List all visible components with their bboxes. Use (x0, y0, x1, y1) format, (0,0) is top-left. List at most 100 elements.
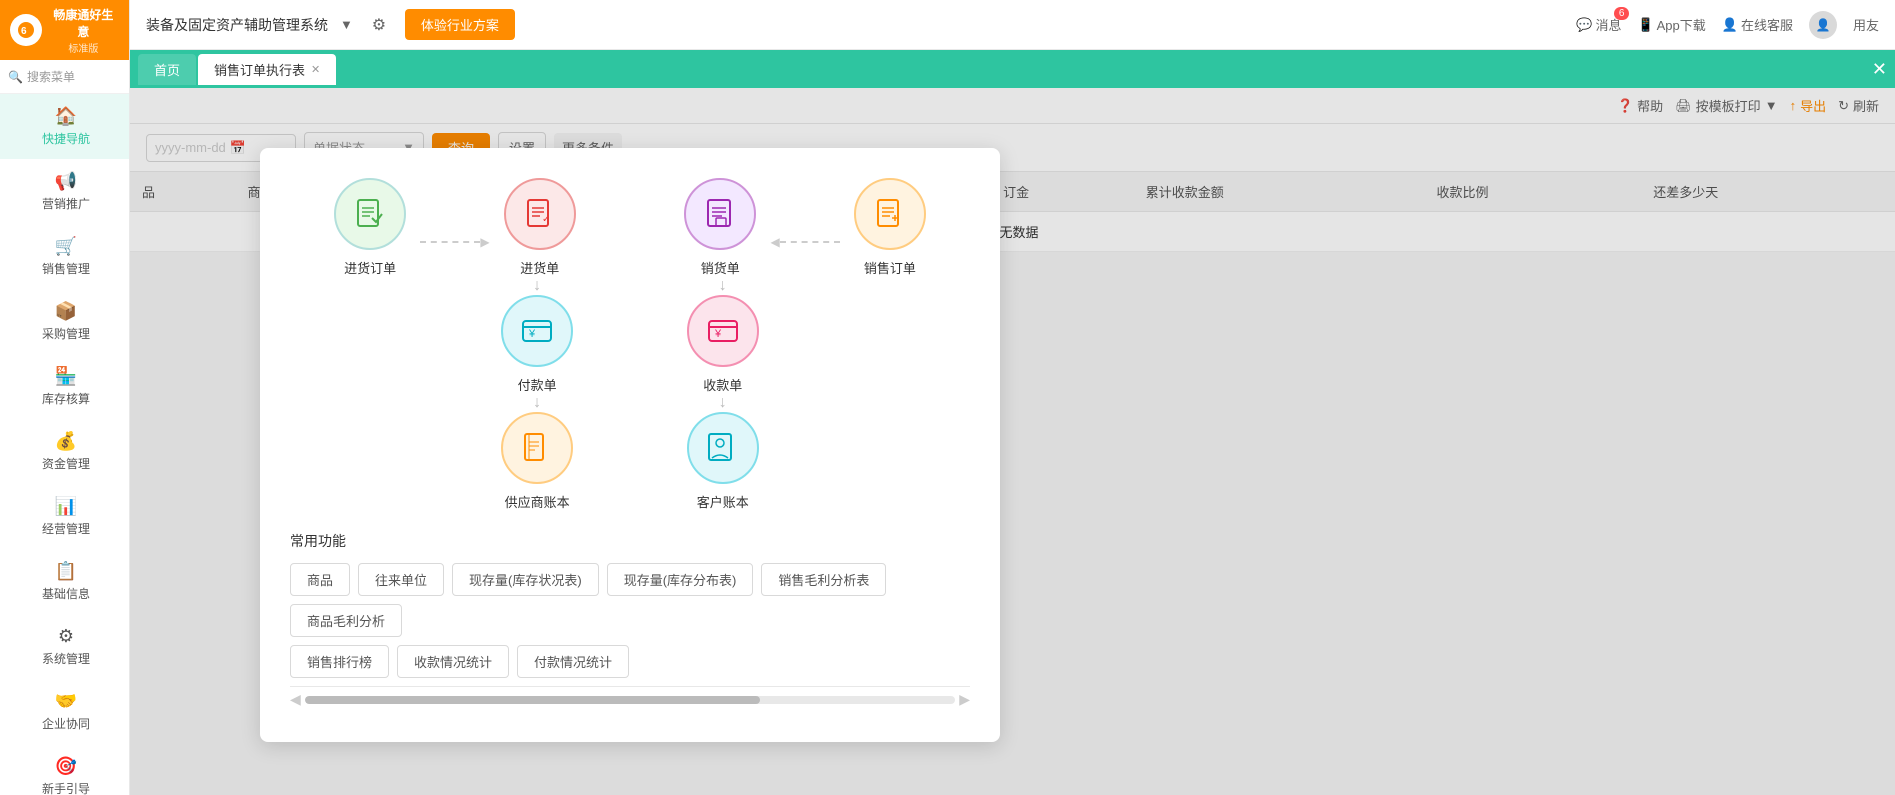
func-btn-stock-dist[interactable]: 现存量(库存分布表) (607, 563, 754, 596)
sidebar-item-inventory[interactable]: 🏪 库存核算 (0, 354, 129, 419)
func-btn-product-profit[interactable]: 商品毛利分析 (290, 604, 402, 637)
sidebar-item-system[interactable]: ⚙ 系统管理 (0, 614, 129, 679)
download-icon: 📱 (1637, 17, 1653, 33)
top-header: 装备及固定资产辅助管理系统 ▼ ⚙ 体验行业方案 💬 消息 6 📱 App下载 … (130, 0, 1895, 50)
tab-home[interactable]: 首页 (138, 54, 196, 85)
sidebar-item-label: 企业协同 (42, 715, 90, 732)
sidebar-item-sales[interactable]: 🛒 销售管理 (0, 224, 129, 289)
func-btn-contact[interactable]: 往来单位 (358, 563, 444, 596)
settings-gear-icon[interactable]: ⚙ (365, 11, 393, 39)
sidebar-item-label: 资金管理 (42, 455, 90, 472)
username: 用友 (1853, 15, 1879, 34)
page-content: ❓ 帮助 🖨 按模板打印 ▼ ↑ 导出 ↻ 刷新 (130, 88, 1895, 795)
system-title: 装备及固定资产辅助管理系统 (146, 15, 328, 35)
payment-circle[interactable]: ¥ (501, 295, 573, 367)
scroll-left-icon[interactable]: ◀ (290, 691, 301, 708)
sales-order-label: 销售订单 (864, 258, 916, 277)
sidebar-item-label: 经营管理 (42, 520, 90, 537)
search-label: 搜索菜单 (27, 68, 75, 85)
flow-item-sales-bill: 销货单 (670, 178, 770, 277)
svg-text:¥: ¥ (528, 328, 536, 340)
payment-label: 付款单 (518, 375, 557, 394)
scroll-right-icon[interactable]: ▶ (959, 691, 970, 708)
sidebar-item-finance[interactable]: 💰 资金管理 (0, 419, 129, 484)
func-btn-sales-rank[interactable]: 销售排行榜 (290, 645, 389, 678)
sales-icon: 🛒 (55, 236, 77, 257)
scrollbar-thumb (305, 696, 760, 704)
flow-item-purchase-order: 进货订单 (320, 178, 420, 277)
sidebar-item-enterprise[interactable]: 🤝 企业协同 (0, 679, 129, 744)
sidebar-logo: 6 畅康通好生意 标准版 (0, 0, 129, 60)
quick-guide-overlay[interactable]: 进货订单 ▶ (130, 88, 1895, 795)
sidebar-item-label: 新手引导 (42, 780, 90, 795)
sidebar-item-marketing[interactable]: 📢 营销推广 (0, 159, 129, 224)
purchase-bill-circle[interactable]: ✓ (504, 178, 576, 250)
purchase-icon: 📦 (55, 301, 77, 322)
common-functions: 常用功能 商品 往来单位 现存量(库存状况表) 现存量(库存分布表) 销售毛利分… (290, 531, 970, 678)
sidebar-item-label: 系统管理 (42, 650, 90, 667)
func-btn-product[interactable]: 商品 (290, 563, 350, 596)
user-avatar[interactable]: 👤 (1809, 11, 1837, 39)
app-download-label: App下载 (1657, 15, 1706, 34)
flow-item-customer-ledger: 客户账本 (673, 412, 773, 511)
down-arrow-purchase: ↓ (487, 277, 587, 295)
header-dropdown[interactable]: ▼ (340, 17, 353, 32)
customer-ledger-label: 客户账本 (697, 492, 749, 511)
down-arrow-receipt: ↓ (673, 394, 773, 412)
tab-sales-order[interactable]: 销售订单执行表 ✕ (198, 54, 336, 85)
sidebar-item-newcomer[interactable]: 🎯 新手引导 (0, 744, 129, 795)
tab-bar: 首页 销售订单执行表 ✕ ✕ (130, 50, 1895, 88)
function-buttons-row2: 销售排行榜 收款情况统计 付款情况统计 (290, 645, 970, 678)
app-download-btn[interactable]: 📱 App下载 (1637, 15, 1705, 34)
flow-section: 进货订单 ▶ (290, 178, 970, 511)
flow-item-purchase-bill: ✓ 进货单 (490, 178, 590, 277)
down-arrow-sales: ↓ (673, 277, 773, 295)
scrollbar-row: ◀ ▶ (290, 686, 970, 712)
function-buttons-row1: 商品 往来单位 现存量(库存状况表) 现存量(库存分布表) 销售毛利分析表 商品… (290, 563, 970, 637)
purchase-order-circle[interactable] (334, 178, 406, 250)
supplier-ledger-label: 供应商账本 (505, 492, 570, 511)
search-menu[interactable]: 🔍 搜索菜单 (0, 60, 129, 94)
func-btn-stock-status[interactable]: 现存量(库存状况表) (452, 563, 599, 596)
horizontal-scrollbar[interactable] (305, 696, 955, 704)
sidebar-item-label: 基础信息 (42, 585, 90, 602)
dropdown-arrow-icon: ▼ (340, 17, 353, 32)
tab-close-icon[interactable]: ✕ (311, 63, 320, 76)
finance-icon: 💰 (55, 431, 77, 452)
flow-item-payment: ¥ 付款单 (487, 295, 587, 394)
svg-text:6: 6 (21, 26, 27, 37)
sales-bill-circle[interactable] (684, 178, 756, 250)
sidebar-item-label: 快捷导航 (42, 130, 90, 147)
sidebar: 6 畅康通好生意 标准版 🔍 搜索菜单 🏠 快捷导航 📢 营销推广 (0, 0, 130, 795)
main-content: 装备及固定资产辅助管理系统 ▼ ⚙ 体验行业方案 💬 消息 6 📱 App下载 … (130, 0, 1895, 795)
avatar-icon: 👤 (1816, 18, 1831, 32)
svg-text:✓: ✓ (542, 214, 550, 225)
supplier-ledger-circle[interactable] (501, 412, 573, 484)
flow-item-supplier-ledger: 供应商账本 (487, 412, 587, 511)
func-btn-sales-profit[interactable]: 销售毛利分析表 (761, 563, 886, 596)
logo-sub: 标准版 (48, 40, 119, 55)
customer-ledger-circle[interactable] (687, 412, 759, 484)
message-badge: 6 (1614, 7, 1630, 20)
sidebar-item-quick-nav[interactable]: 🏠 快捷导航 (0, 94, 129, 159)
common-functions-title: 常用功能 (290, 531, 970, 551)
sidebar-item-purchase[interactable]: 📦 采购管理 (0, 289, 129, 354)
message-btn[interactable]: 💬 消息 6 (1576, 15, 1621, 34)
purchase-order-label: 进货订单 (344, 258, 396, 277)
flow-item-sales-order: 销售订单 (840, 178, 940, 277)
func-btn-payment-stat[interactable]: 付款情况统计 (517, 645, 629, 678)
sidebar-item-base-info[interactable]: 📋 基础信息 (0, 549, 129, 614)
quick-guide-panel: 进货订单 ▶ (260, 148, 1000, 742)
sales-order-circle[interactable] (854, 178, 926, 250)
sidebar-item-operations[interactable]: 📊 经营管理 (0, 484, 129, 549)
tab-close-all-btn[interactable]: ✕ (1872, 59, 1887, 80)
svg-text:¥: ¥ (714, 328, 722, 340)
sidebar-item-label: 库存核算 (42, 390, 90, 407)
experience-btn[interactable]: 体验行业方案 (405, 9, 515, 40)
receipt-circle[interactable]: ¥ (687, 295, 759, 367)
message-icon: 💬 (1576, 17, 1592, 33)
func-btn-receipt-stat[interactable]: 收款情况统计 (397, 645, 509, 678)
operations-icon: 📊 (55, 496, 77, 517)
tab-sales-order-label: 销售订单执行表 (214, 60, 305, 79)
online-service-btn[interactable]: 👤 在线客服 (1722, 15, 1793, 34)
